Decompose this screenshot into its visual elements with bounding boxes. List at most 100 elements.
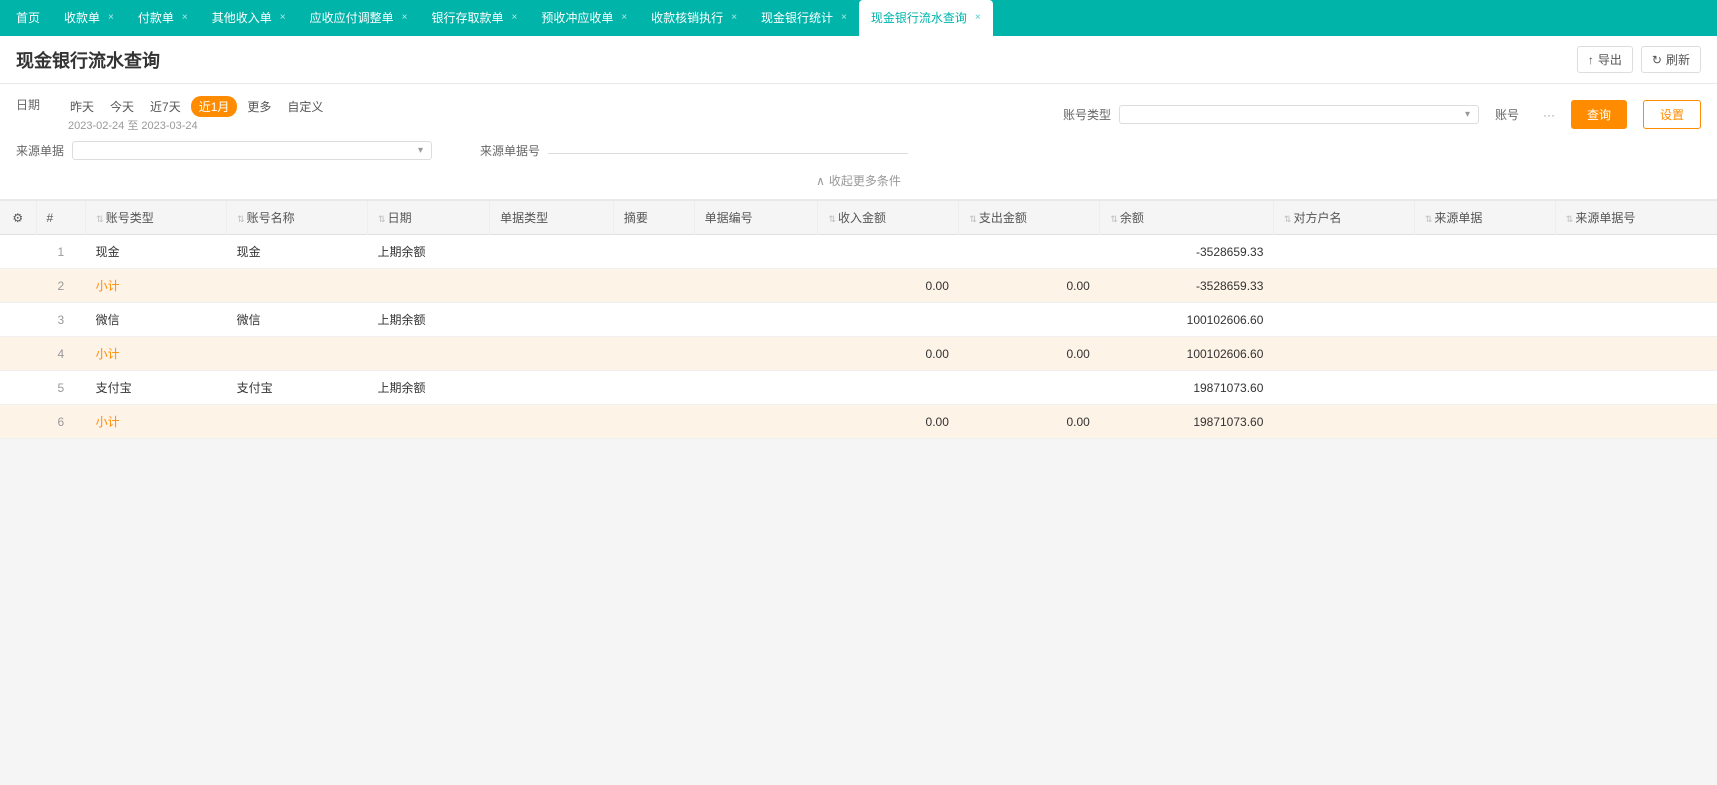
refresh-button[interactable]: ↻ 刷新 [1641,46,1701,73]
close-cash-flow-icon[interactable]: × [975,0,981,36]
shortcut-yesterday[interactable]: 昨天 [64,96,100,117]
collapse-label: 收起更多条件 [829,172,901,189]
col-doc-no: 单据编号 [694,201,818,235]
table-cell [490,269,614,303]
page-title: 现金银行流水查询 [16,47,160,73]
table-cell [227,405,368,439]
table-cell [490,337,614,371]
account-type-label: 账号类型 [1063,106,1111,123]
nav-bank-deposit[interactable]: 银行存取款单 × [419,0,529,36]
table-body: 1现金现金上期余额-3528659.332小计0.000.00-3528659.… [0,235,1717,439]
nav-home[interactable]: 首页 [4,0,52,36]
table-cell: 0.00 [818,269,959,303]
table-cell [613,235,694,269]
filter-area: 日期 昨天 今天 近7天 近1月 更多 自定义 2023-02-24 至 202… [0,84,1717,200]
close-payments-icon[interactable]: × [182,0,188,36]
table-cell [0,269,36,303]
table-cell [1555,269,1717,303]
nav-other-income[interactable]: 其他收入单 × [200,0,298,36]
close-advance-offset-icon[interactable]: × [621,0,627,36]
table-cell [368,337,490,371]
nav-collection-exec[interactable]: 收款核销执行 × [639,0,749,36]
table-cell: 0.00 [959,269,1100,303]
source-doc-no-label: 来源单据号 [480,142,540,159]
account-type-select[interactable]: ▾ [1119,105,1479,124]
shortcut-today[interactable]: 今天 [104,96,140,117]
col-doc-type: 单据类型 [490,201,614,235]
source-doc-select[interactable]: ▾ [72,141,432,160]
query-button[interactable]: 查询 [1571,100,1627,129]
export-button[interactable]: ↑ 导出 [1577,46,1633,73]
settings-button[interactable]: 设置 [1643,100,1701,129]
shortcut-1month[interactable]: 近1月 [191,96,238,117]
col-gear[interactable]: ⚙ [0,201,36,235]
col-expense[interactable]: ⇅支出金额 [959,201,1100,235]
table-cell [1414,235,1555,269]
table-cell [1273,337,1414,371]
shortcut-7days[interactable]: 近7天 [144,96,187,117]
col-balance[interactable]: ⇅余额 [1100,201,1274,235]
table-cell: 小计 [86,337,227,371]
table-cell [1555,371,1717,405]
close-bank-deposit-icon[interactable]: × [511,0,517,36]
table-cell [694,371,818,405]
table-cell [0,303,36,337]
sort-income-icon: ⇅ [828,214,836,224]
more-options-icon[interactable]: ··· [1543,108,1555,122]
nav-payments[interactable]: 付款单 × [126,0,200,36]
col-counterparty[interactable]: ⇅对方户名 [1273,201,1414,235]
table-row: 4小计0.000.00100102606.60 [0,337,1717,371]
table-cell: 小计 [86,269,227,303]
nav-cash-bank-flow[interactable]: 现金银行流水查询 × [859,0,993,36]
close-receipts-icon[interactable]: × [108,0,114,36]
sort-source-doc-icon: ⇅ [1425,214,1433,224]
shortcut-custom[interactable]: 自定义 [281,96,329,117]
collapse-button[interactable]: ∧ 收起更多条件 [816,172,901,189]
table-row: 6小计0.000.0019871073.60 [0,405,1717,439]
table-cell [490,405,614,439]
nav-receipts[interactable]: 收款单 × [52,0,126,36]
col-income[interactable]: ⇅收入金额 [818,201,959,235]
sort-source-doc-no-icon: ⇅ [1566,214,1574,224]
close-other-income-icon[interactable]: × [280,0,286,36]
top-navigation: 首页 收款单 × 付款单 × 其他收入单 × 应收应付调整单 × 银行存取款单 … [0,0,1717,36]
col-account-name[interactable]: ⇅账号名称 [227,201,368,235]
account-type-filter: 账号类型 ▾ [1063,105,1479,124]
table-cell [818,371,959,405]
close-cash-stat-icon[interactable]: × [841,0,847,36]
col-date[interactable]: ⇅日期 [368,201,490,235]
table-cell: 4 [36,337,86,371]
table-cell: 19871073.60 [1100,371,1274,405]
date-range-display: 2023-02-24 至 2023-03-24 [68,117,329,133]
table-cell [1414,405,1555,439]
shortcut-more[interactable]: 更多 [241,96,277,117]
sort-account-type-icon: ⇅ [96,214,104,224]
table-cell [1414,337,1555,371]
table-cell [694,303,818,337]
col-account-type[interactable]: ⇅账号类型 [86,201,227,235]
source-doc-filter: 来源单据 ▾ [16,141,432,160]
table-cell [613,337,694,371]
filter-row-1: 日期 昨天 今天 近7天 近1月 更多 自定义 2023-02-24 至 202… [16,96,1701,133]
table-cell: 100102606.60 [1100,303,1274,337]
col-source-doc[interactable]: ⇅来源单据 [1414,201,1555,235]
close-collection-exec-icon[interactable]: × [731,0,737,36]
table-cell [1273,303,1414,337]
nav-cash-bank-stat[interactable]: 现金银行统计 × [749,0,859,36]
source-doc-no-input[interactable] [548,147,908,154]
table-cell: 0.00 [959,405,1100,439]
table-cell [613,303,694,337]
table-cell [1273,235,1414,269]
table-cell [0,405,36,439]
col-source-doc-no[interactable]: ⇅来源单据号 [1555,201,1717,235]
close-ar-ap-icon[interactable]: × [402,0,408,36]
table-cell: 上期余额 [368,235,490,269]
table-cell: 0.00 [959,337,1100,371]
nav-ar-ap-adjust[interactable]: 应收应付调整单 × [298,0,420,36]
table-cell [1555,405,1717,439]
table-cell [613,269,694,303]
nav-advance-offset[interactable]: 预收冲应收单 × [529,0,639,36]
table-cell [694,405,818,439]
refresh-icon: ↻ [1652,53,1662,67]
table-cell [694,269,818,303]
